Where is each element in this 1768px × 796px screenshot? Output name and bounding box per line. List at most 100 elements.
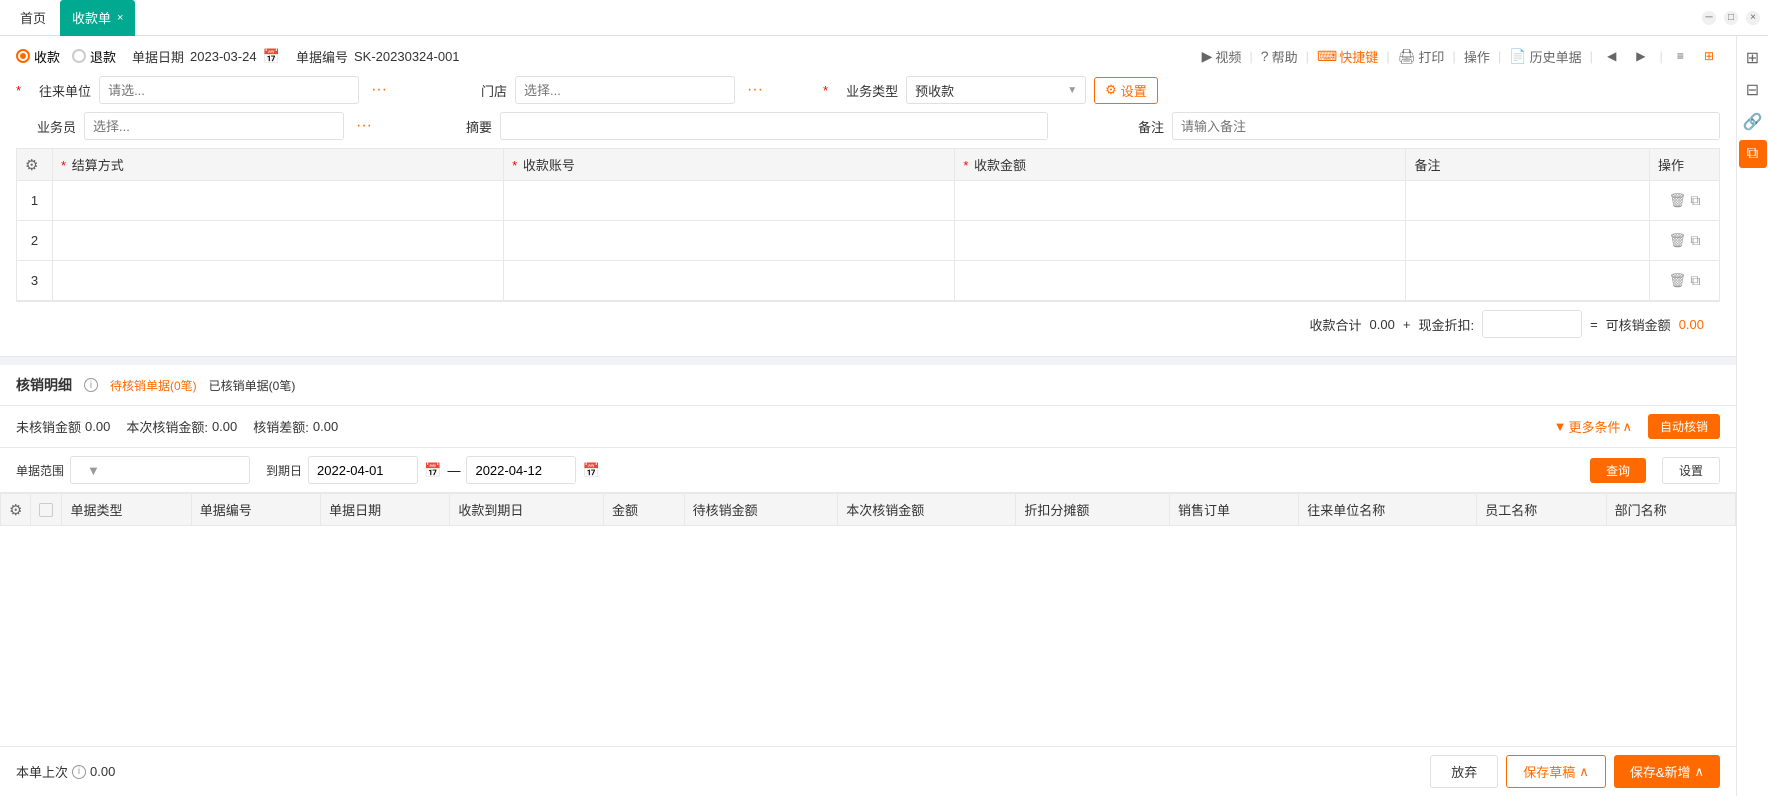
lower-settings-icon[interactable]: ⚙: [9, 502, 22, 519]
table-settings-icon[interactable]: ⚙: [25, 157, 38, 174]
form-row-2: 业务员 ··· 摘要 备注: [16, 112, 1720, 140]
row1-remark[interactable]: [1406, 181, 1650, 221]
row2-delete-icon[interactable]: 🗑: [1669, 232, 1687, 249]
sidebar-icon-2[interactable]: ⊟: [1739, 76, 1767, 104]
hexiao-stats-row: 未核销金额 0.00 本次核销金额: 0.00 核销差额: 0.00 ▼ 更多条…: [0, 406, 1736, 448]
print-link[interactable]: 🖨 打印: [1398, 47, 1445, 66]
sidebar-icon-1[interactable]: ⊞: [1739, 44, 1767, 72]
minimize-button[interactable]: ─: [1702, 11, 1716, 25]
staff-more-button[interactable]: ···: [352, 117, 376, 135]
grid-view-button[interactable]: ⊞: [1698, 46, 1720, 66]
store-more-button[interactable]: ···: [743, 81, 767, 99]
date-to-input[interactable]: [466, 456, 576, 484]
bottom-actions: 放弃 保存草稿 ∧ 保存&新增 ∧: [1430, 755, 1720, 788]
shortcut-icon: ⌨: [1317, 48, 1337, 65]
row3-account[interactable]: [504, 261, 955, 301]
row1-account[interactable]: [504, 181, 955, 221]
radio-shoukuan[interactable]: 收款: [16, 47, 60, 66]
history-icon: 📄: [1509, 48, 1526, 65]
nav-shoukudan[interactable]: 收款单 ×: [60, 0, 135, 36]
hexiao-filter-row: 单据范围 ▼ 到期日 📅 — 📅 查询 设置: [0, 448, 1736, 493]
counterparty-more-button[interactable]: ···: [367, 81, 391, 99]
business-type-select[interactable]: 预收款 ▼: [906, 76, 1086, 104]
pending-tab[interactable]: 待核销单据(0笔): [110, 377, 197, 394]
uncanceled-stat: 未核销金额 0.00: [16, 417, 110, 436]
operation-link[interactable]: 操作: [1464, 47, 1490, 66]
row2-remark[interactable]: [1406, 221, 1650, 261]
cancel-diff-stat: 核销差额: 0.00: [253, 417, 338, 436]
filter-icon: ▼: [1554, 419, 1567, 434]
next-record-button[interactable]: ▶: [1630, 46, 1651, 66]
shortcut-link[interactable]: ⌨ 快捷键: [1317, 47, 1378, 66]
prev-record-button[interactable]: ◀: [1601, 46, 1622, 66]
table-row: 3 🗑 ⧉: [17, 261, 1720, 301]
save-draft-button[interactable]: 保存草稿 ∧: [1506, 755, 1606, 788]
range-select-arrow: ▼: [87, 463, 100, 478]
done-tab[interactable]: 已核销单据(0笔): [209, 377, 296, 394]
close-button[interactable]: ×: [1746, 11, 1760, 25]
right-sidebar: ⊞ ⊟ 🔗 ⧉: [1736, 36, 1768, 796]
history-link[interactable]: 📄 历史单据: [1509, 47, 1581, 66]
date-to-calendar-icon[interactable]: 📅: [582, 462, 599, 479]
toolbar-row: 收款 退款 单据日期 2023-03-24 📅 单据编号 SK-20230324…: [16, 46, 1720, 66]
range-select[interactable]: ▼: [70, 456, 250, 484]
table-row: 2 🗑 ⧉: [17, 221, 1720, 261]
list-view-button[interactable]: ≡: [1671, 46, 1690, 66]
row1-amount[interactable]: [955, 181, 1406, 221]
maximize-button[interactable]: □: [1724, 11, 1738, 25]
print-icon: 🖨: [1398, 48, 1416, 65]
row2-amount[interactable]: [955, 221, 1406, 261]
calendar-icon[interactable]: 📅: [263, 48, 280, 65]
save-new-arrow-icon: ∧: [1694, 764, 1704, 780]
date-range-filter: 到期日 📅 — 📅: [266, 456, 600, 484]
content-area: 收款 退款 单据日期 2023-03-24 📅 单据编号 SK-20230324…: [0, 36, 1736, 796]
query-button[interactable]: 查询: [1590, 458, 1646, 483]
auto-cancel-button[interactable]: 自动核销: [1648, 414, 1720, 439]
sidebar-icon-4[interactable]: ⧉: [1739, 140, 1767, 168]
video-link[interactable]: ▶ 视频: [1202, 47, 1242, 66]
settings-gear-icon: ⚙: [1105, 82, 1117, 98]
info-icon-bottom: i: [72, 765, 86, 779]
row2-copy-icon[interactable]: ⧉: [1690, 232, 1700, 249]
row1-delete-icon[interactable]: 🗑: [1669, 192, 1687, 209]
row2-account[interactable]: [504, 221, 955, 261]
store-input[interactable]: [515, 76, 735, 104]
more-conditions-button[interactable]: ▼ 更多条件 ∧: [1554, 417, 1632, 436]
staff-input[interactable]: [84, 112, 344, 140]
row3-settlement[interactable]: [53, 261, 504, 301]
lower-col-checkbox: [31, 494, 62, 526]
summary-input[interactable]: [500, 112, 1048, 140]
close-tab-icon[interactable]: ×: [117, 12, 123, 24]
help-link[interactable]: ? 帮助: [1261, 47, 1298, 66]
row1-settlement[interactable]: [53, 181, 504, 221]
radio-tuikuan[interactable]: 退款: [72, 47, 116, 66]
lower-col-current: 本次核销金额: [838, 494, 1016, 526]
abandon-button[interactable]: 放弃: [1430, 755, 1498, 788]
filter-settings-button[interactable]: 设置: [1662, 457, 1720, 484]
row3-copy-icon[interactable]: ⧉: [1690, 272, 1700, 289]
form-area: 收款 退款 单据日期 2023-03-24 📅 单据编号 SK-20230324…: [0, 36, 1736, 357]
hexiao-section: 核销明细 i 待核销单据(0笔) 已核销单据(0笔) 未核销金额 0.00 本次…: [0, 365, 1736, 746]
row3-delete-icon[interactable]: 🗑: [1669, 272, 1687, 289]
date-from-calendar-icon[interactable]: 📅: [424, 462, 441, 479]
receipt-table-area: ⚙ * 结算方式 * 收款账号 *: [16, 148, 1720, 301]
select-all-checkbox[interactable]: [39, 503, 53, 517]
nav-home[interactable]: 首页: [8, 0, 58, 36]
lower-col-discount: 折扣分摊额: [1016, 494, 1170, 526]
form-row-1: * 往来单位 ··· 门店 ··· * 业务类型 预收款 ▼ ⚙ 设置: [16, 76, 1720, 104]
sidebar-icon-3[interactable]: 🔗: [1739, 108, 1767, 136]
radio-shoukuan-dot: [16, 49, 30, 63]
date-field: 单据日期 2023-03-24 📅: [132, 47, 280, 66]
discount-input[interactable]: [1482, 310, 1582, 338]
hexiao-info-icon[interactable]: i: [84, 378, 98, 392]
date-from-input[interactable]: [308, 456, 418, 484]
save-new-button[interactable]: 保存&新增 ∧: [1614, 755, 1720, 788]
remark-input[interactable]: [1172, 112, 1720, 140]
settings-button[interactable]: ⚙ 设置: [1094, 77, 1158, 104]
row1-copy-icon[interactable]: ⧉: [1690, 192, 1700, 209]
lower-col-amount: 金额: [604, 494, 685, 526]
row3-amount[interactable]: [955, 261, 1406, 301]
counterparty-input[interactable]: [99, 76, 359, 104]
row3-remark[interactable]: [1406, 261, 1650, 301]
row2-settlement[interactable]: [53, 221, 504, 261]
